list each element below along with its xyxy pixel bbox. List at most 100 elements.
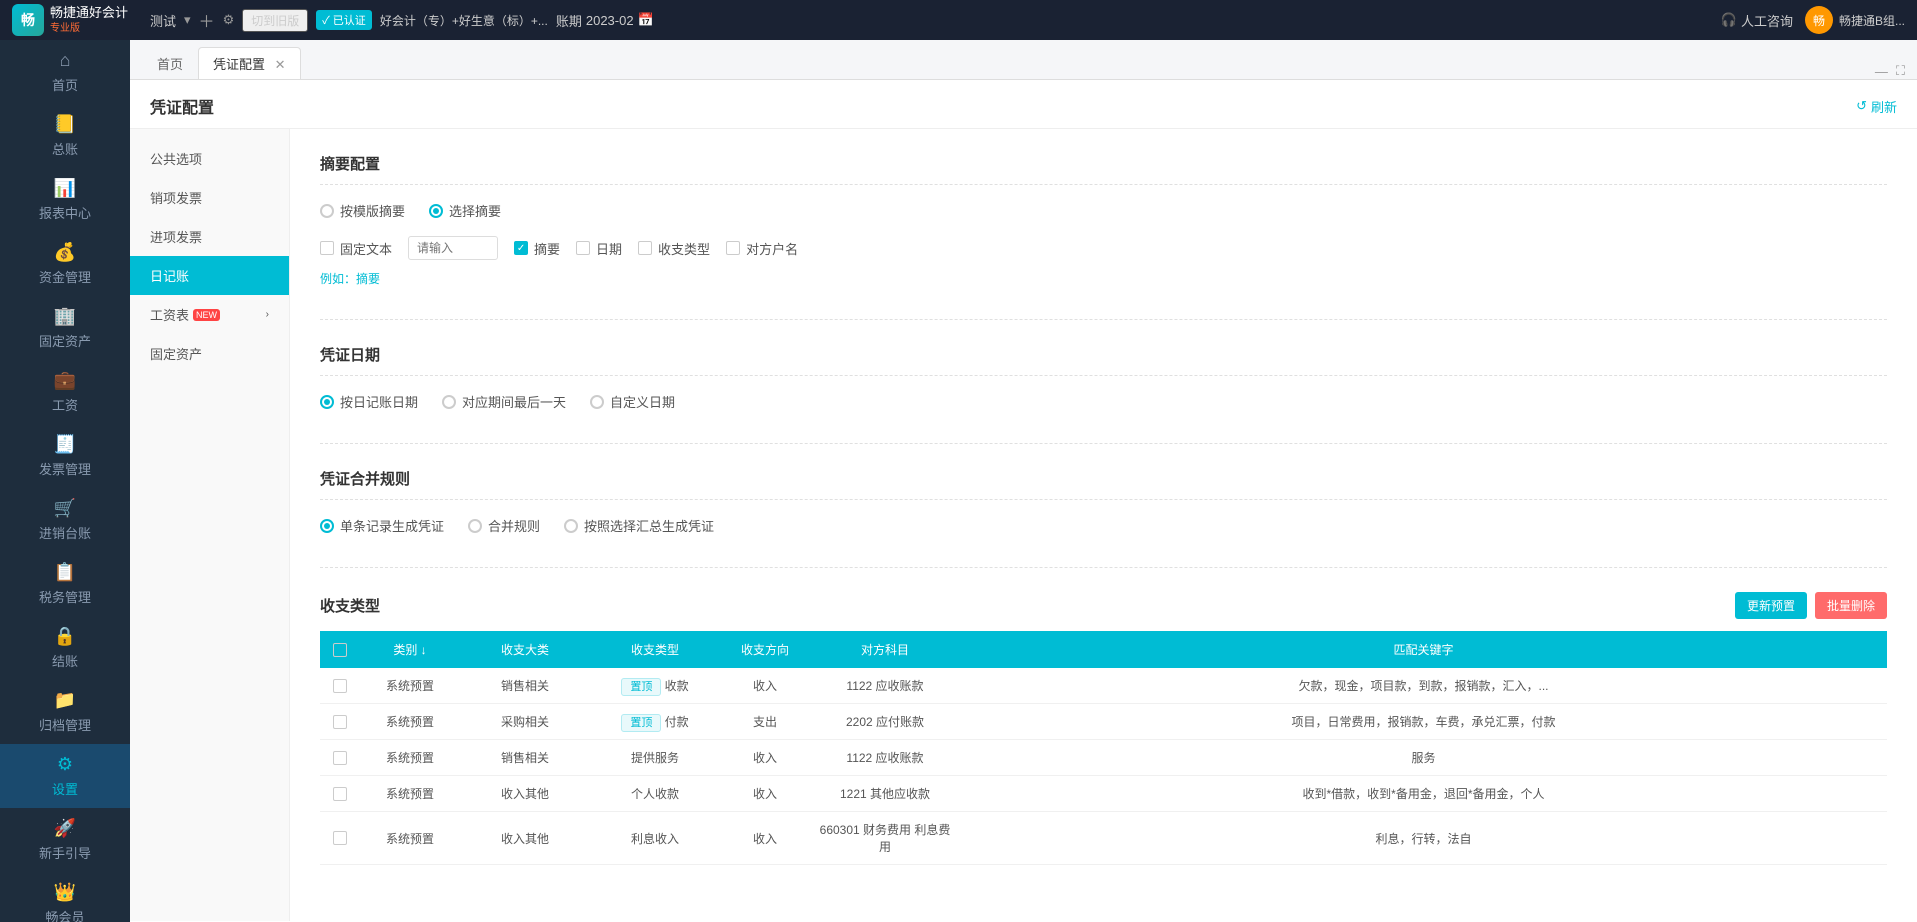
sidebar-item-member[interactable]: 👑 畅会员 <box>0 872 130 922</box>
row-direction-4: 收入 <box>720 776 810 812</box>
sidebar-item-assets[interactable]: 🏢 固定资产 <box>0 296 130 360</box>
radio-merge-rule[interactable]: 合并规则 <box>468 516 540 535</box>
checkbox-date[interactable]: 日期 <box>576 239 622 258</box>
checkbox-fixed-text[interactable]: 固定文本 <box>320 239 392 258</box>
sidebar-item-salary[interactable]: 💼 工资 <box>0 360 130 424</box>
type-tag-2[interactable]: 置顶 <box>621 714 661 732</box>
sidebar-item-archive[interactable]: 📁 归档管理 <box>0 680 130 744</box>
user-menu[interactable]: 畅 畅捷通B组... <box>1805 6 1905 34</box>
checkbox-box-income-type <box>638 241 652 255</box>
table-row: 系统预置 销售相关 置顶 收款 收入 1122 应收账款 欠款，现金，项目款，到… <box>320 668 1887 704</box>
row-check-1[interactable] <box>320 668 360 704</box>
row-check-5[interactable] <box>320 812 360 865</box>
left-nav-purchase-invoice[interactable]: 进项发票 <box>130 217 289 256</box>
maximize-icon[interactable]: ⛶ <box>1896 63 1905 79</box>
radio-custom-date[interactable]: 自定义日期 <box>590 392 675 411</box>
summary-radio-group: 按模版摘要 选择摘要 <box>320 201 1887 220</box>
sidebar-item-tax[interactable]: 📋 税务管理 <box>0 552 130 616</box>
tab-home[interactable]: 首页 <box>142 47 198 79</box>
company-chevron-icon[interactable]: ▾ <box>184 12 191 28</box>
row-check-2[interactable] <box>320 704 360 740</box>
sidebar-item-guide[interactable]: 🚀 新手引导 <box>0 808 130 872</box>
sidebar-item-reports[interactable]: 📊 报表中心 <box>0 168 130 232</box>
checkbox-box-counterparty <box>726 241 740 255</box>
table-row: 系统预置 收入其他 利息收入 收入 660301 财务费用 利息费用 利息，行转… <box>320 812 1887 865</box>
row-direction-1: 收入 <box>720 668 810 704</box>
example-text: 例如：摘要 <box>320 270 1887 287</box>
assets-icon: 🏢 <box>54 306 76 327</box>
radio-circle-single <box>320 519 334 533</box>
row-keywords-5: 利息，行转，法自 <box>960 812 1887 865</box>
row-keywords-3: 服务 <box>960 740 1887 776</box>
checkbox-income-type[interactable]: 收支类型 <box>638 239 710 258</box>
divider-2 <box>320 443 1887 444</box>
member-icon: 👑 <box>54 882 76 903</box>
tab-close-icon[interactable]: ✕ <box>275 57 286 72</box>
type-tag-1[interactable]: 置顶 <box>621 678 661 696</box>
update-preset-btn[interactable]: 更新预置 <box>1735 592 1807 619</box>
fixed-text-input[interactable] <box>408 236 498 260</box>
radio-template-summary[interactable]: 按模版摘要 <box>320 201 405 220</box>
row-check-4[interactable] <box>320 776 360 812</box>
purchase-icon: 🛒 <box>54 498 76 519</box>
tax-icon: 📋 <box>54 562 76 583</box>
divider-1 <box>320 319 1887 320</box>
th-category: 类别 ↓ <box>360 631 460 668</box>
reports-icon: 📊 <box>54 178 76 199</box>
radio-journal-date[interactable]: 按日记账日期 <box>320 392 418 411</box>
sidebar-item-invoice[interactable]: 🧾 发票管理 <box>0 424 130 488</box>
page-header: 凭证配置 ↺ 刷新 <box>130 80 1917 129</box>
row-big-type-1: 销售相关 <box>460 668 590 704</box>
radio-summary-generate[interactable]: 按照选择汇总生成凭证 <box>564 516 714 535</box>
table-head: 类别 ↓ 收支大类 收支类型 收支方向 对方科目 匹配关键字 <box>320 631 1887 668</box>
invoice-icon: 🧾 <box>54 434 76 455</box>
table-actions: 更新预置 批量删除 <box>1735 592 1887 619</box>
income-expense-table: 类别 ↓ 收支大类 收支类型 收支方向 对方科目 匹配关键字 <box>320 631 1887 865</box>
row-category-2: 系统预置 <box>360 704 460 740</box>
refresh-icon: ↺ <box>1856 98 1867 114</box>
row-check-3[interactable] <box>320 740 360 776</box>
th-type-big: 收支大类 <box>460 631 590 668</box>
th-checkbox[interactable] <box>333 643 347 657</box>
left-nav-sales-invoice[interactable]: 销项发票 <box>130 178 289 217</box>
left-nav-payroll[interactable]: 工资表 NEW › <box>130 295 289 334</box>
calendar-icon[interactable]: 📅 <box>638 12 654 28</box>
left-nav-journal[interactable]: 日记账 <box>130 256 289 295</box>
checkbox-box-fixed <box>320 241 334 255</box>
radio-select-summary[interactable]: 选择摘要 <box>429 201 501 220</box>
checkbox-row: 固定文本 ✓ 摘要 日期 <box>320 236 1887 260</box>
checkbox-summary[interactable]: ✓ 摘要 <box>514 239 560 258</box>
left-nav-fixed-assets[interactable]: 固定资产 <box>130 334 289 373</box>
checkbox-counterparty[interactable]: 对方户名 <box>726 239 798 258</box>
settings-icon: ⚙ <box>57 754 73 775</box>
tab-voucher-config[interactable]: 凭证配置 ✕ <box>198 47 301 79</box>
refresh-btn[interactable]: ↺ 刷新 <box>1856 97 1897 116</box>
sidebar-item-checkout[interactable]: 🔒 结账 <box>0 616 130 680</box>
row-category-3: 系统预置 <box>360 740 460 776</box>
sidebar-item-funds[interactable]: 💰 资金管理 <box>0 232 130 296</box>
radio-single-record[interactable]: 单条记录生成凭证 <box>320 516 444 535</box>
service-btn[interactable]: 🎧 人工咨询 <box>1721 11 1793 30</box>
checkbox-box-summary: ✓ <box>514 241 528 255</box>
row-type-5: 利息收入 <box>590 812 720 865</box>
gear-icon[interactable]: ⚙ <box>223 12 235 28</box>
sidebar-item-purchase[interactable]: 🛒 进销台账 <box>0 488 130 552</box>
config-area: 摘要配置 按模版摘要 选择摘要 <box>290 129 1917 921</box>
sidebar-item-settings[interactable]: ⚙ 设置 <box>0 744 130 808</box>
radio-period-last[interactable]: 对应期间最后一天 <box>442 392 566 411</box>
add-icon[interactable]: ＋ <box>199 8 215 32</box>
sidebar-item-ledger[interactable]: 📒 总账 <box>0 104 130 168</box>
content-area: 首页 凭证配置 ✕ — ⛶ 凭证配置 ↺ 刷新 <box>130 40 1917 922</box>
sidebar-item-home[interactable]: ⌂ 首页 <box>0 40 130 104</box>
row-keywords-4: 收到*借款，收到*备用金，退回*备用金，个人 <box>960 776 1887 812</box>
row-direction-2: 支出 <box>720 704 810 740</box>
batch-delete-btn[interactable]: 批量删除 <box>1815 592 1887 619</box>
minimize-icon[interactable]: — <box>1875 64 1888 79</box>
row-direction-5: 收入 <box>720 812 810 865</box>
new-badge: NEW <box>193 309 220 321</box>
summary-section-title: 摘要配置 <box>320 153 1887 185</box>
summary-config-section: 摘要配置 按模版摘要 选择摘要 <box>320 153 1887 287</box>
row-type-1: 置顶 收款 <box>590 668 720 704</box>
switch-old-btn[interactable]: 切到旧版 <box>242 9 308 32</box>
left-nav-public[interactable]: 公共选项 <box>130 139 289 178</box>
